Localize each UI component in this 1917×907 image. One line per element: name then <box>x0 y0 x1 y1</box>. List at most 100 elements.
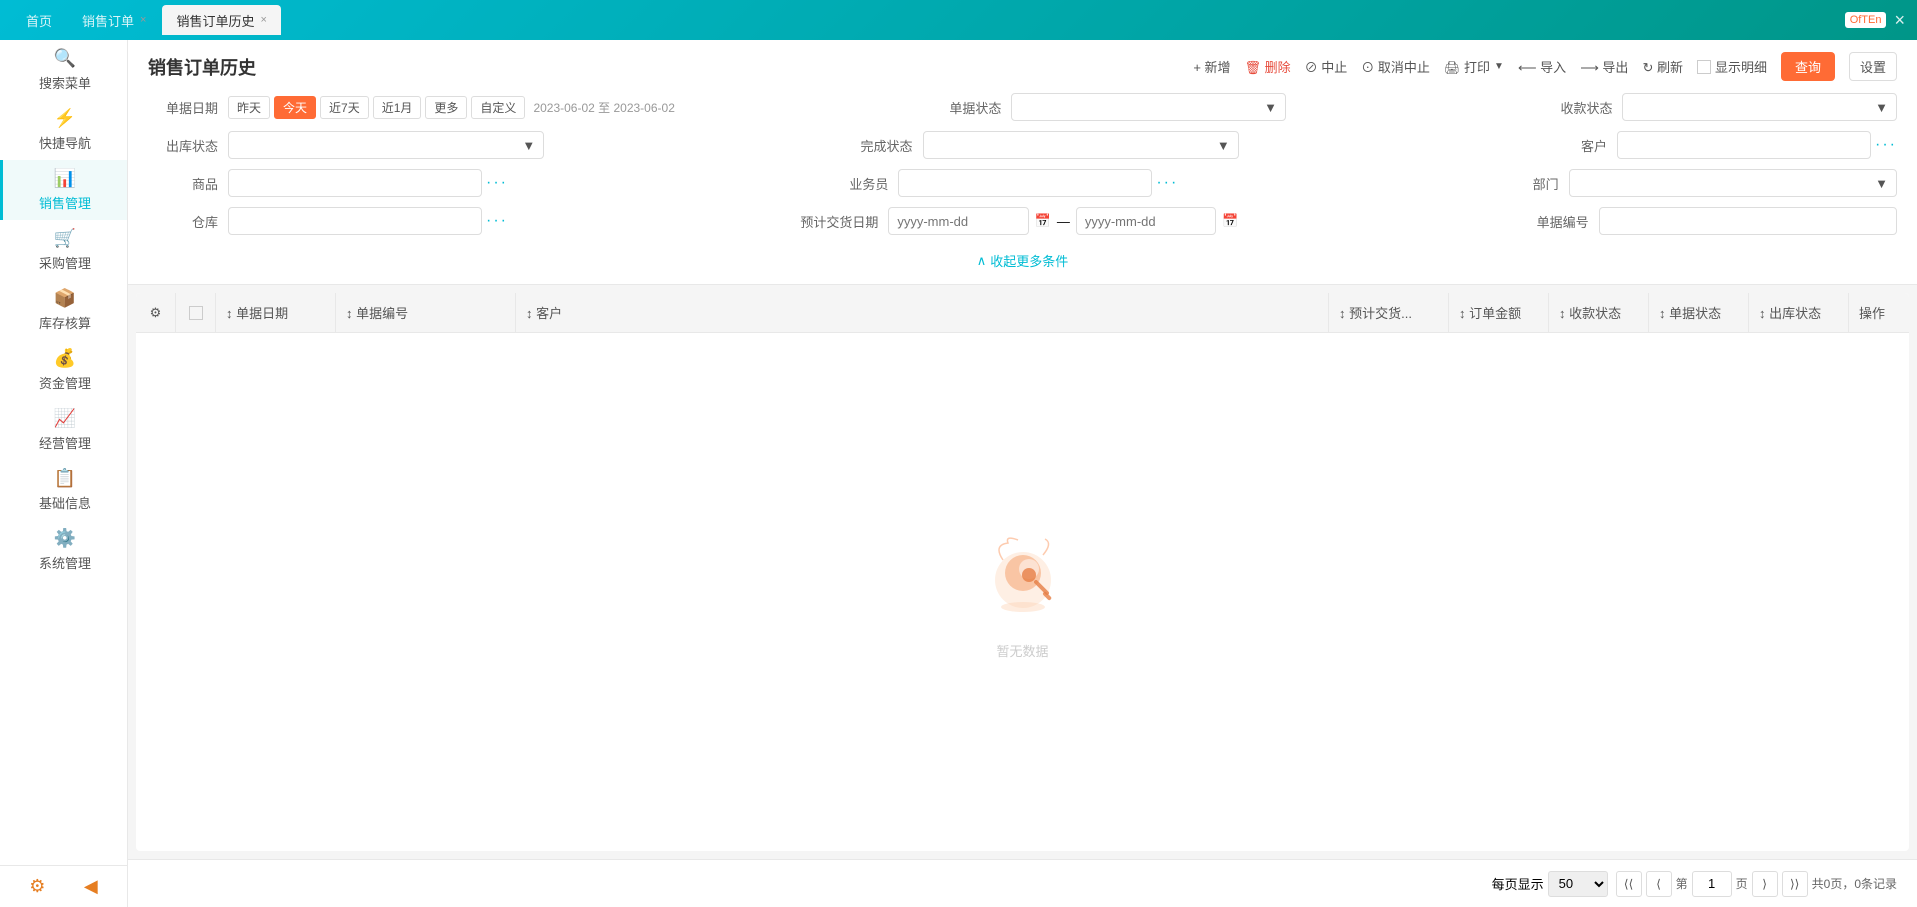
main-layout: 🔍 搜索菜单 ⚡ 快捷导航 📊 销售管理 🛒 采购管理 📦 库存核算 💰 资金管… <box>0 40 1917 907</box>
quick-nav-icon: ⚡ <box>54 108 76 129</box>
collapse-icon[interactable]: ◀ <box>84 876 98 897</box>
warehouse-more-icon[interactable]: ··· <box>486 212 508 230</box>
calendar-icon-start[interactable]: 📅 <box>1035 213 1051 229</box>
last-page-button[interactable]: ⟩⟩ <box>1782 871 1808 897</box>
out-status-dropdown-icon: ▼ <box>522 138 535 153</box>
setting-button[interactable]: 设置 <box>1849 52 1897 81</box>
sidebar-item-business[interactable]: 📈 经营管理 <box>0 400 127 460</box>
date-range-display: 2023-06-02 至 2023-06-02 <box>533 99 674 116</box>
warehouse-input[interactable] <box>228 207 482 235</box>
print-button[interactable]: 🖨 打印 ▼ <box>1444 57 1504 76</box>
date-btn-today[interactable]: 今天 <box>274 96 316 119</box>
tab-sales-order-close[interactable]: × <box>140 14 146 26</box>
display-detail-label: 显示明细 <box>1715 57 1767 76</box>
table-container: ⚙ ↕ 单据日期 ↕ 单据编号 ↕ 客户 ↕ 预计交货... <box>136 293 1909 851</box>
dept-label: 部门 <box>1489 174 1569 193</box>
purchase-icon: 🛒 <box>54 228 76 249</box>
prev-page-button[interactable]: ⟨ <box>1646 871 1672 897</box>
dept-dropdown-icon: ▼ <box>1875 176 1888 191</box>
tab-list: 首页 销售订单 × 销售订单历史 × <box>12 5 1841 35</box>
collapse-row[interactable]: ∧ 收起更多条件 <box>148 245 1897 276</box>
sidebar-item-sales[interactable]: 📊 销售管理 <box>0 160 127 220</box>
display-detail-check[interactable]: 显示明细 <box>1697 57 1767 76</box>
settings-bottom-icon[interactable]: ⚙ <box>29 876 45 897</box>
sidebar-item-search-menu[interactable]: 🔍 搜索菜单 <box>0 40 127 100</box>
th-out-status[interactable]: ↕ 出库状态 <box>1749 293 1849 332</box>
bill-no-label: 单据编号 <box>1519 212 1599 231</box>
th-amount[interactable]: ↕ 订单金额 <box>1449 293 1549 332</box>
sidebar-item-quick-nav[interactable]: ⚡ 快捷导航 <box>0 100 127 160</box>
date-btn-more[interactable]: 更多 <box>425 96 467 119</box>
print-button-label: 🖨 打印 <box>1444 57 1490 76</box>
tab-sales-history[interactable]: 销售订单历史 × <box>162 5 280 35</box>
display-detail-checkbox[interactable] <box>1697 60 1711 74</box>
date-btn-7days[interactable]: 近7天 <box>320 96 369 119</box>
add-button[interactable]: + 新增 <box>1193 57 1230 76</box>
th-settings[interactable]: ⚙ <box>136 293 176 332</box>
sidebar-item-search-menu-label: 搜索菜单 <box>39 73 91 92</box>
sidebar-item-quick-nav-label: 快捷导航 <box>39 133 91 152</box>
sidebar-item-finance[interactable]: 💰 资金管理 <box>0 340 127 400</box>
toolbar: + 新增 🗑 删除 ⊘ 中止 ⊙ 取消中止 🖨 打印 ▼ <box>1193 52 1897 81</box>
window-close-button[interactable]: × <box>1894 10 1905 31</box>
th-out-status-label: ↕ 出库状态 <box>1759 303 1821 322</box>
first-page-button[interactable]: ⟨⟨ <box>1616 871 1642 897</box>
select-all-checkbox[interactable] <box>189 306 203 320</box>
th-bill-status[interactable]: ↕ 单据状态 <box>1649 293 1749 332</box>
empty-state: 暂无数据 <box>136 333 1909 851</box>
th-delivery-label: ↕ 预计交货... <box>1339 303 1412 322</box>
th-delivery[interactable]: ↕ 预计交货... <box>1329 293 1449 332</box>
page-number-input[interactable] <box>1692 871 1732 897</box>
sidebar-item-system[interactable]: ⚙️ 系统管理 <box>0 520 127 580</box>
th-checkbox[interactable] <box>176 293 216 332</box>
th-date[interactable]: ↕ 单据日期 <box>216 293 336 332</box>
refresh-button[interactable]: ↻ 刷新 <box>1642 57 1683 76</box>
tab-home[interactable]: 首页 <box>12 5 66 35</box>
delete-button[interactable]: 🗑 删除 <box>1245 57 1291 76</box>
bill-status-label: 单据状态 <box>931 98 1011 117</box>
filter-area: 单据日期 昨天 今天 近7天 近1月 更多 自定义 2023-06-02 至 2… <box>148 93 1897 284</box>
th-customer-label: ↕ 客户 <box>526 303 562 322</box>
product-input[interactable] <box>228 169 482 197</box>
out-status-select[interactable]: ▼ <box>228 131 544 159</box>
expected-date-start[interactable] <box>888 207 1028 235</box>
complete-status-select[interactable]: ▼ <box>923 131 1239 159</box>
print-dropdown-icon[interactable]: ▼ <box>1494 61 1504 72</box>
import-button[interactable]: ⟵ 导入 <box>1518 57 1566 76</box>
cancel-stop-button[interactable]: ⊙ 取消中止 <box>1361 57 1430 76</box>
salesman-more-icon[interactable]: ··· <box>1156 174 1178 192</box>
table-header: ⚙ ↕ 单据日期 ↕ 单据编号 ↕ 客户 ↕ 预计交货... <box>136 293 1909 333</box>
date-btn-custom[interactable]: 自定义 <box>471 96 525 119</box>
bill-no-input[interactable] <box>1599 207 1897 235</box>
export-button[interactable]: ⟶ 导出 <box>1580 57 1628 76</box>
expected-date-end[interactable] <box>1076 207 1216 235</box>
pay-status-label: 收款状态 <box>1542 98 1622 117</box>
salesman-filter: ··· <box>898 169 1178 197</box>
th-no-label: ↕ 单据编号 <box>346 303 408 322</box>
customer-input[interactable] <box>1617 131 1871 159</box>
tab-sales-order[interactable]: 销售订单 × <box>68 5 160 35</box>
bill-status-select[interactable]: ▼ <box>1011 93 1286 121</box>
tab-sales-history-close[interactable]: × <box>260 14 266 26</box>
date-btn-yesterday[interactable]: 昨天 <box>228 96 270 119</box>
th-pay-status[interactable]: ↕ 收款状态 <box>1549 293 1649 332</box>
sidebar-item-purchase[interactable]: 🛒 采购管理 <box>0 220 127 280</box>
pay-status-select[interactable]: ▼ <box>1622 93 1897 121</box>
sidebar-item-inventory[interactable]: 📦 库存核算 <box>0 280 127 340</box>
th-no[interactable]: ↕ 单据编号 <box>336 293 516 332</box>
customer-more-icon[interactable]: ··· <box>1875 136 1897 154</box>
date-btn-1month[interactable]: 近1月 <box>373 96 422 119</box>
salesman-input[interactable] <box>898 169 1152 197</box>
product-more-icon[interactable]: ··· <box>486 174 508 192</box>
sidebar-bottom: ⚙ ◀ <box>0 865 127 907</box>
th-customer[interactable]: ↕ 客户 <box>516 293 1329 332</box>
page-size-select[interactable]: 10 20 50 100 <box>1548 871 1608 897</box>
export-button-label: ⟶ 导出 <box>1580 57 1628 76</box>
query-button[interactable]: 查询 <box>1781 52 1835 81</box>
dept-select[interactable]: ▼ <box>1569 169 1897 197</box>
sidebar-item-base-info[interactable]: 📋 基础信息 <box>0 460 127 520</box>
stop-button[interactable]: ⊘ 中止 <box>1305 57 1348 76</box>
page-title: 销售订单历史 <box>148 54 256 80</box>
next-page-button[interactable]: ⟩ <box>1752 871 1778 897</box>
calendar-icon-end[interactable]: 📅 <box>1222 213 1238 229</box>
